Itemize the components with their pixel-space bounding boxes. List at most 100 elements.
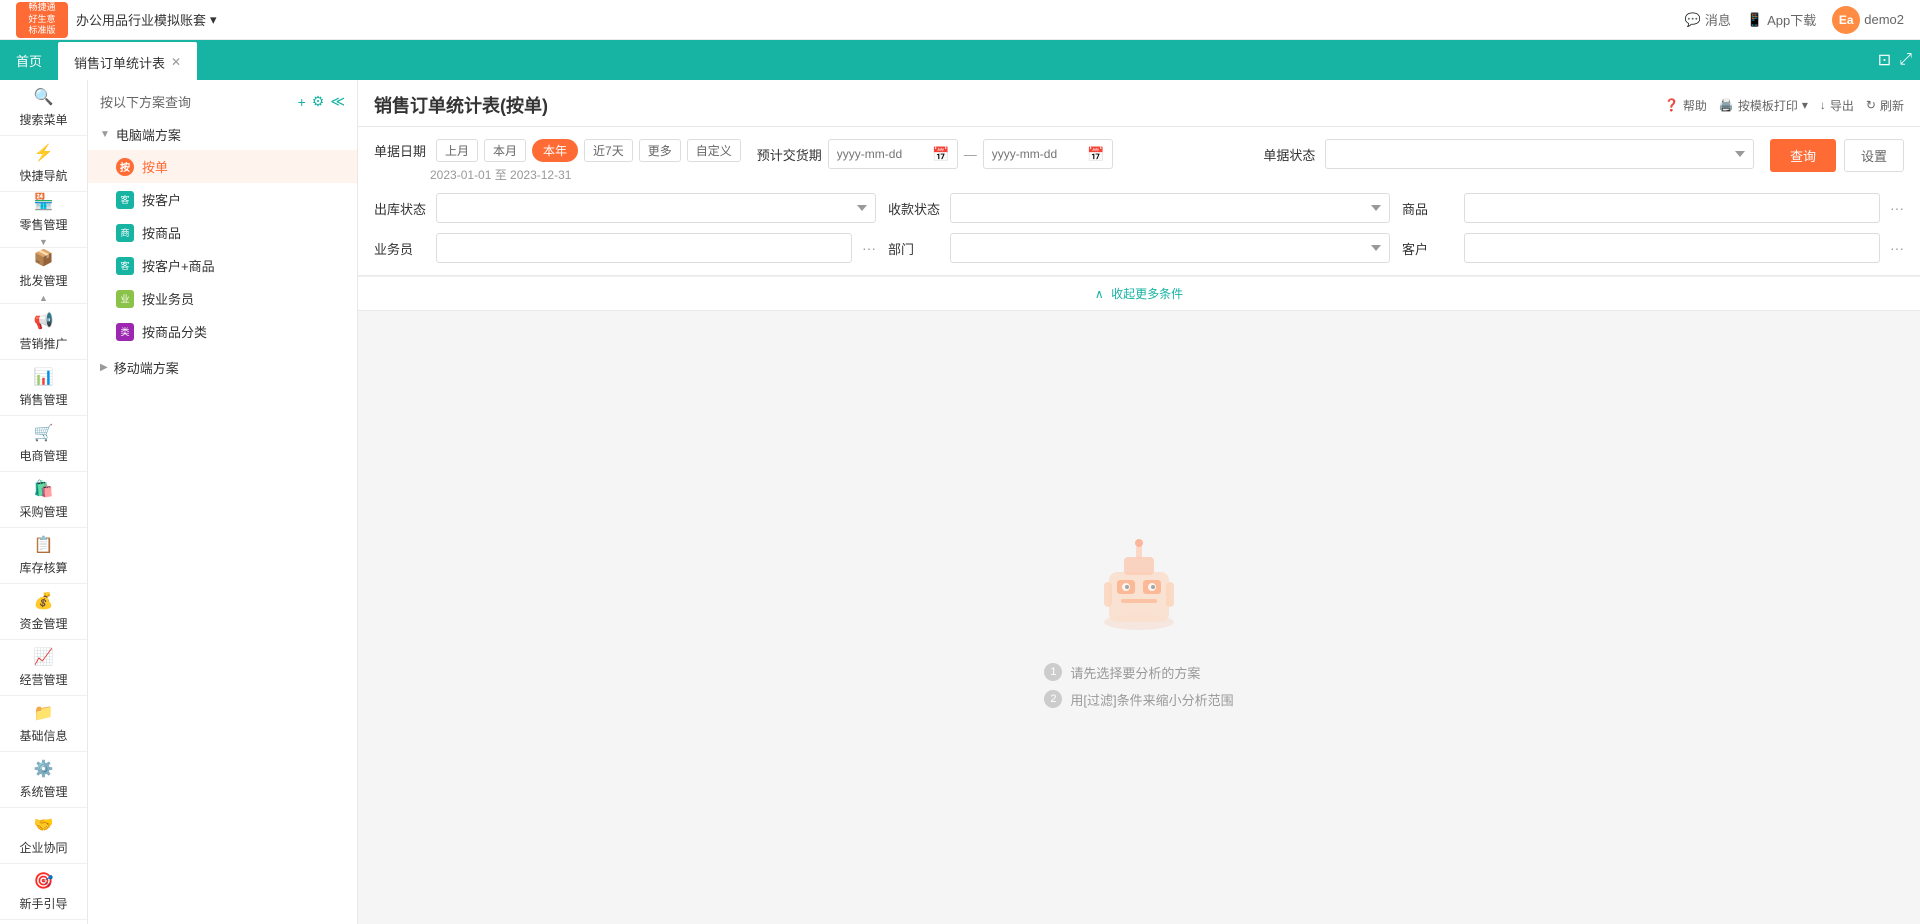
last-month-btn[interactable]: 上月 bbox=[436, 139, 478, 162]
sidebar-item-newbie-label: 新手引导 bbox=[19, 895, 67, 912]
scheme-item-by-customer[interactable]: 客 按客户 bbox=[88, 183, 357, 216]
username: demo2 bbox=[1864, 12, 1904, 27]
more-date-btn[interactable]: 更多 bbox=[639, 139, 681, 162]
dept-label: 部门 bbox=[888, 239, 944, 258]
scheme-item-by-cust-prod[interactable]: 客 按客户+商品 bbox=[88, 249, 357, 282]
sidebar-item-appstore[interactable]: 🗃️ 应用中心 bbox=[0, 920, 87, 924]
shipment-status-select[interactable] bbox=[436, 193, 876, 223]
newbie-icon: 🎯 bbox=[34, 871, 54, 891]
left-panel-title: 按以下方案查询 bbox=[100, 92, 191, 111]
expected-date-label: 预计交货期 bbox=[757, 145, 822, 164]
app-download-action[interactable]: 📱 App下载 bbox=[1747, 10, 1816, 29]
order-status-select[interactable] bbox=[1325, 139, 1754, 169]
sidebar-item-quick-nav-label: 快捷导航 bbox=[19, 167, 67, 184]
by-staff-icon: 业 bbox=[116, 290, 134, 308]
goods-more-icon[interactable]: ··· bbox=[1890, 200, 1904, 216]
customer-input[interactable] bbox=[1464, 233, 1880, 263]
tab-expand-icon[interactable]: ⤢ bbox=[1899, 51, 1912, 69]
sidebar-item-marketing-label: 营销推广 bbox=[19, 335, 67, 352]
filter-area: 单据日期 上月 本月 本年 近7天 更多 自定义 2023-01-0 bbox=[358, 127, 1920, 276]
payment-status-select[interactable] bbox=[950, 193, 1390, 223]
scheme-item-by-category[interactable]: 类 按商品分类 bbox=[88, 315, 357, 348]
export-action[interactable]: ↓ 导出 bbox=[1820, 97, 1854, 114]
scheme-settings-icon[interactable]: ⚙ bbox=[312, 93, 325, 110]
customer-label: 客户 bbox=[1402, 239, 1458, 258]
scheme-item-by-category-label: 按商品分类 bbox=[142, 322, 207, 341]
content-area: 按以下方案查询 + ⚙ ≪ ▼ 电脑端方案 按 按单 客 bbox=[88, 80, 1920, 924]
ecommerce-icon: 🛒 bbox=[34, 423, 54, 443]
topbar: 畅捷通好生意标准版 办公用品行业模拟账套 ▾ 💬 消息 📱 App下载 Ea d… bbox=[0, 0, 1920, 40]
message-icon: 💬 bbox=[1685, 12, 1701, 28]
refresh-action[interactable]: ↻ 刷新 bbox=[1866, 97, 1904, 114]
main-content: 1 请先选择要分析的方案 2 用[过滤]条件来缩小分析范围 bbox=[358, 311, 1920, 924]
sidebar-item-operations[interactable]: 📈 经营管理 bbox=[0, 640, 87, 696]
empty-tip-1: 1 请先选择要分析的方案 bbox=[1044, 663, 1233, 682]
sidebar-item-newbie[interactable]: 🎯 新手引导 bbox=[0, 864, 87, 920]
add-scheme-icon[interactable]: + bbox=[298, 94, 306, 110]
dept-select[interactable] bbox=[950, 233, 1390, 263]
workspace-name: 办公用品行业模拟账套 bbox=[76, 10, 206, 29]
query-button[interactable]: 查询 bbox=[1770, 139, 1836, 172]
sidebar-item-wholesale[interactable]: 📦 批发管理 ▲ bbox=[0, 248, 87, 304]
sidebar-item-ecommerce-label: 电商管理 bbox=[19, 447, 67, 464]
scheme-item-by-product-label: 按商品 bbox=[142, 223, 181, 242]
tab-sales-order[interactable]: 销售订单统计表 ✕ bbox=[58, 42, 197, 82]
scheme-item-by-customer-label: 按客户 bbox=[142, 190, 181, 209]
filter-row-3: 业务员 ··· 部门 客户 ··· bbox=[374, 233, 1904, 263]
tab-close-icon[interactable]: ✕ bbox=[171, 55, 181, 69]
scheme-item-by-order[interactable]: 按 按单 bbox=[88, 150, 357, 183]
sidebar-item-search[interactable]: 🔍 搜索菜单 bbox=[0, 80, 87, 136]
scheme-item-by-product[interactable]: 商 按商品 bbox=[88, 216, 357, 249]
goods-input[interactable] bbox=[1464, 193, 1880, 223]
sidebar-item-sales[interactable]: 📊 销售管理 bbox=[0, 360, 87, 416]
scheme-item-by-cust-prod-label: 按客户+商品 bbox=[142, 256, 215, 275]
user-profile[interactable]: Ea demo2 bbox=[1832, 6, 1904, 34]
sidebar-item-system[interactable]: ⚙️ 系统管理 bbox=[0, 752, 87, 808]
left-panel-header: 按以下方案查询 + ⚙ ≪ bbox=[88, 92, 357, 119]
wholesale-icon: 📦 bbox=[34, 248, 54, 268]
sidebar-item-quick-nav[interactable]: ⚡ 快捷导航 bbox=[0, 136, 87, 192]
sidebar-item-retail[interactable]: 🏪 零售管理 ▼ bbox=[0, 192, 87, 248]
tip2-num: 2 bbox=[1044, 690, 1062, 708]
app-download-label: App下载 bbox=[1767, 10, 1816, 29]
date-filter-label: 单据日期 bbox=[374, 141, 430, 160]
scheme-group-pc-label: 电脑端方案 bbox=[116, 125, 181, 144]
custom-date-btn[interactable]: 自定义 bbox=[687, 139, 741, 162]
print-template-action[interactable]: 🖨️ 按模板打印 ▾ bbox=[1719, 97, 1808, 114]
staff-more-icon[interactable]: ··· bbox=[862, 240, 876, 256]
collapse-panel-icon[interactable]: ≪ bbox=[330, 93, 345, 110]
scheme-group-pc-header[interactable]: ▼ 电脑端方案 bbox=[88, 119, 357, 150]
tip2-text: 用[过滤]条件来缩小分析范围 bbox=[1070, 690, 1233, 709]
last7days-btn[interactable]: 近7天 bbox=[584, 139, 633, 162]
staff-input[interactable] bbox=[436, 233, 852, 263]
tab-home[interactable]: 首页 bbox=[0, 40, 58, 80]
enterprise-icon: 🤝 bbox=[34, 815, 54, 835]
this-month-btn[interactable]: 本月 bbox=[484, 139, 526, 162]
tab-minimize-icon[interactable]: ⊡ bbox=[1878, 50, 1891, 70]
sidebar-item-inventory[interactable]: 📋 库存核算 bbox=[0, 528, 87, 584]
date-range-display: 2023-01-01 至 2023-12-31 bbox=[430, 168, 571, 182]
operations-icon: 📈 bbox=[34, 647, 54, 667]
this-year-btn[interactable]: 本年 bbox=[532, 139, 578, 162]
main-layout: 🔍 搜索菜单 ⚡ 快捷导航 🏪 零售管理 ▼ 📦 批发管理 ▲ 📢 营销推广 📊… bbox=[0, 80, 1920, 924]
collapse-bar[interactable]: ∧ 收起更多条件 bbox=[358, 276, 1920, 311]
sidebar-item-marketing[interactable]: 📢 营销推广 bbox=[0, 304, 87, 360]
help-action[interactable]: ❓ 帮助 bbox=[1664, 97, 1707, 114]
sidebar: 🔍 搜索菜单 ⚡ 快捷导航 🏪 零售管理 ▼ 📦 批发管理 ▲ 📢 营销推广 📊… bbox=[0, 80, 88, 924]
settings-button[interactable]: 设置 bbox=[1844, 139, 1904, 172]
sidebar-item-ecommerce[interactable]: 🛒 电商管理 bbox=[0, 416, 87, 472]
workspace-selector[interactable]: 办公用品行业模拟账套 ▾ bbox=[76, 10, 217, 29]
message-label: 消息 bbox=[1705, 10, 1731, 29]
staff-label: 业务员 bbox=[374, 239, 430, 258]
scheme-group-mobile-header[interactable]: ▶ 移动端方案 bbox=[88, 352, 357, 383]
sidebar-item-finance[interactable]: 💰 资金管理 bbox=[0, 584, 87, 640]
scheme-item-by-staff[interactable]: 业 按业务员 bbox=[88, 282, 357, 315]
sidebar-item-basics[interactable]: 📁 基础信息 bbox=[0, 696, 87, 752]
message-action[interactable]: 💬 消息 bbox=[1685, 10, 1731, 29]
payment-status-label: 收款状态 bbox=[888, 199, 944, 218]
sidebar-item-enterprise[interactable]: 🤝 企业协同 bbox=[0, 808, 87, 864]
customer-more-icon[interactable]: ··· bbox=[1890, 240, 1904, 256]
left-panel-actions: + ⚙ ≪ bbox=[298, 93, 345, 110]
sidebar-item-system-label: 系统管理 bbox=[19, 783, 67, 800]
sidebar-item-purchase[interactable]: 🛍️ 采购管理 bbox=[0, 472, 87, 528]
